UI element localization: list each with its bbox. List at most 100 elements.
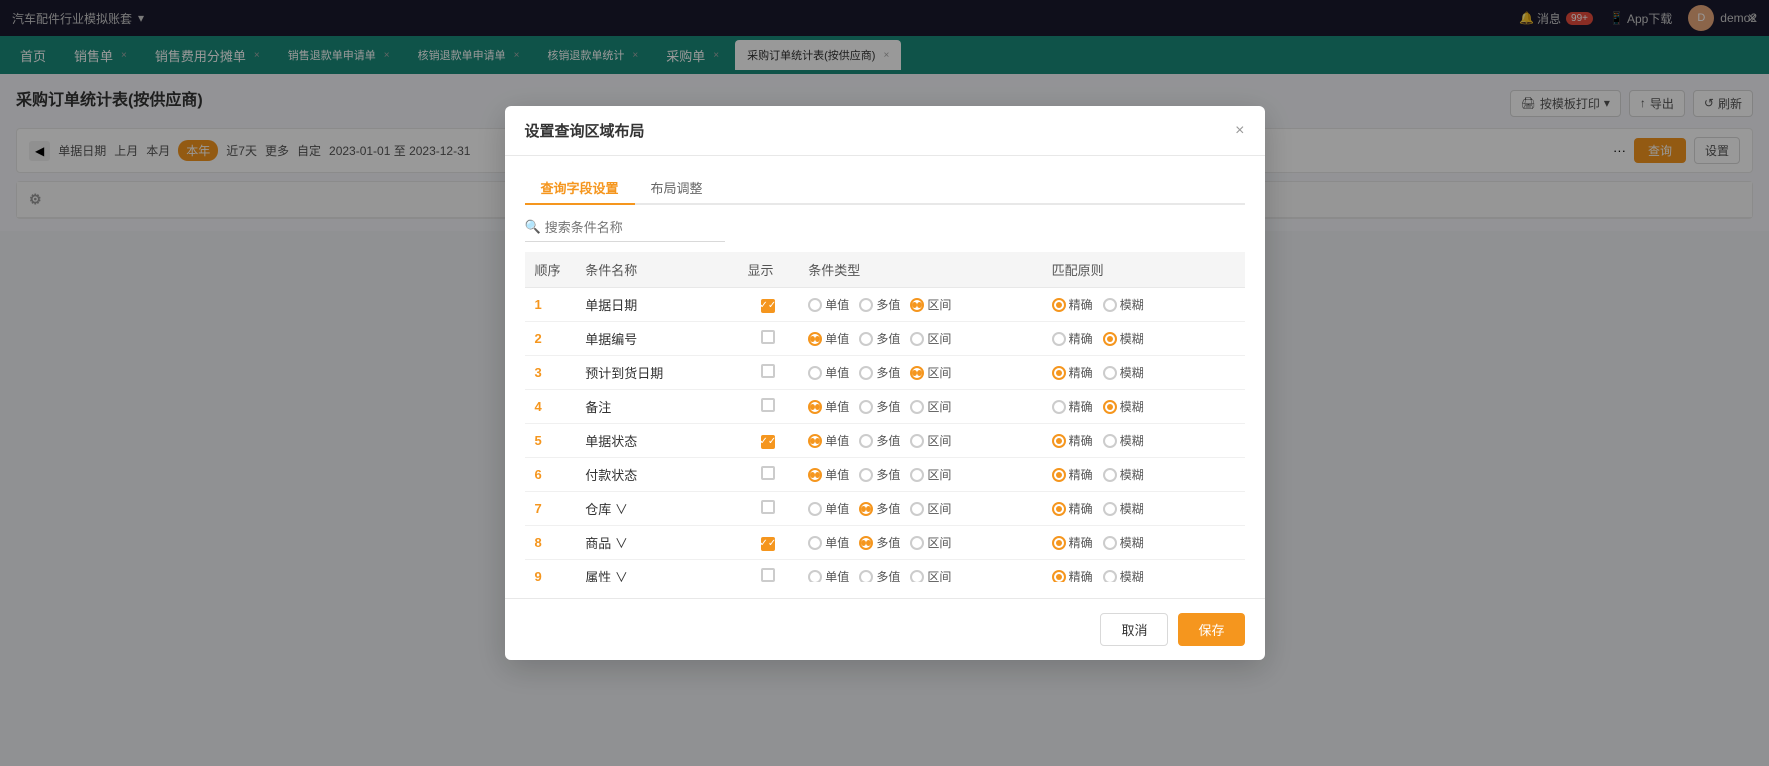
cell-order: 5 <box>525 424 576 458</box>
type-radio-single[interactable]: 单值 <box>808 364 849 381</box>
display-checkbox[interactable] <box>761 330 775 344</box>
cell-name: 仓库 ∨ <box>575 492 737 526</box>
cell-order: 2 <box>525 322 576 356</box>
cell-match: 精确模糊 <box>1042 526 1245 560</box>
type-radio-single[interactable]: 单值 <box>808 500 849 517</box>
th-match: 匹配原则 <box>1042 252 1245 288</box>
match-radio-fuzzy[interactable]: 模糊 <box>1103 500 1144 517</box>
cell-display[interactable]: ✓ <box>737 526 798 560</box>
type-radio-range[interactable]: 区间 <box>910 398 951 415</box>
type-radio-range[interactable]: 区间 <box>910 296 951 313</box>
cell-name: 单据日期 <box>575 288 737 322</box>
type-radio-multi[interactable]: 多值 <box>859 296 900 313</box>
match-radio-exact[interactable]: 精确 <box>1052 466 1093 483</box>
dialog-header: 设置查询区域布局 × <box>505 106 1265 156</box>
type-radio-multi[interactable]: 多值 <box>859 500 900 517</box>
match-radio-fuzzy[interactable]: 模糊 <box>1103 432 1144 449</box>
cell-display[interactable] <box>737 560 798 583</box>
match-radio-exact[interactable]: 精确 <box>1052 364 1093 381</box>
type-radio-range[interactable]: 区间 <box>910 500 951 517</box>
cell-name: 单据状态 <box>575 424 737 458</box>
cell-match: 精确模糊 <box>1042 424 1245 458</box>
display-checkbox[interactable] <box>761 398 775 412</box>
th-name: 条件名称 <box>575 252 737 288</box>
display-checkbox[interactable] <box>761 466 775 480</box>
cell-display[interactable]: ✓ <box>737 424 798 458</box>
type-radio-single[interactable]: 单值 <box>808 568 849 582</box>
match-radio-fuzzy[interactable]: 模糊 <box>1103 466 1144 483</box>
cell-type: 单值多值区间 <box>798 390 1041 424</box>
dialog-tab-layout[interactable]: 布局调整 <box>635 172 719 205</box>
match-radio-exact[interactable]: 精确 <box>1052 500 1093 517</box>
cell-type: 单值多值区间 <box>798 526 1041 560</box>
cell-name: 付款状态 <box>575 458 737 492</box>
cancel-button[interactable]: 取消 <box>1100 613 1168 646</box>
type-radio-single[interactable]: 单值 <box>808 534 849 551</box>
type-radio-multi[interactable]: 多值 <box>859 432 900 449</box>
dialog-close-button[interactable]: × <box>1235 122 1244 140</box>
modal-overlay: 设置查询区域布局 × 查询字段设置 布局调整 🔍 顺序 <box>0 0 1769 766</box>
match-radio-exact[interactable]: 精确 <box>1052 398 1093 415</box>
cell-display[interactable] <box>737 390 798 424</box>
type-radio-multi[interactable]: 多值 <box>859 364 900 381</box>
dialog-tab-fields[interactable]: 查询字段设置 <box>525 172 635 205</box>
cell-order: 8 <box>525 526 576 560</box>
type-radio-range[interactable]: 区间 <box>910 432 951 449</box>
type-radio-range[interactable]: 区间 <box>910 466 951 483</box>
cell-type: 单值多值区间 <box>798 560 1041 583</box>
match-radio-fuzzy[interactable]: 模糊 <box>1103 330 1144 347</box>
display-checkbox[interactable] <box>761 500 775 514</box>
display-checkbox[interactable]: ✓ <box>761 299 775 313</box>
cell-type: 单值多值区间 <box>798 322 1041 356</box>
cell-display[interactable] <box>737 356 798 390</box>
display-checkbox[interactable] <box>761 364 775 378</box>
dialog-body: 查询字段设置 布局调整 🔍 顺序 条件名称 显示 条件类型 <box>505 156 1265 598</box>
type-radio-multi[interactable]: 多值 <box>859 466 900 483</box>
search-input[interactable] <box>545 220 705 235</box>
type-radio-range[interactable]: 区间 <box>910 568 951 582</box>
cell-display[interactable]: ✓ <box>737 288 798 322</box>
type-radio-multi[interactable]: 多值 <box>859 330 900 347</box>
type-radio-single[interactable]: 单值 <box>808 432 849 449</box>
type-radio-single[interactable]: 单值 <box>808 330 849 347</box>
type-radio-range[interactable]: 区间 <box>910 534 951 551</box>
match-radio-exact[interactable]: 精确 <box>1052 534 1093 551</box>
table-row: 5单据状态 ✓ 单值多值区间 精确模糊 <box>525 424 1245 458</box>
cell-match: 精确模糊 <box>1042 322 1245 356</box>
settings-dialog: 设置查询区域布局 × 查询字段设置 布局调整 🔍 顺序 <box>505 106 1265 660</box>
cell-match: 精确模糊 <box>1042 390 1245 424</box>
display-checkbox[interactable]: ✓ <box>761 435 775 449</box>
type-radio-multi[interactable]: 多值 <box>859 534 900 551</box>
match-radio-exact[interactable]: 精确 <box>1052 568 1093 582</box>
cell-display[interactable] <box>737 322 798 356</box>
match-radio-fuzzy[interactable]: 模糊 <box>1103 398 1144 415</box>
type-radio-single[interactable]: 单值 <box>808 466 849 483</box>
display-checkbox[interactable] <box>761 568 775 582</box>
search-icon: 🔍 <box>525 219 541 235</box>
type-radio-range[interactable]: 区间 <box>910 364 951 381</box>
cell-name: 单据编号 <box>575 322 737 356</box>
match-radio-exact[interactable]: 精确 <box>1052 296 1093 313</box>
match-radio-exact[interactable]: 精确 <box>1052 432 1093 449</box>
match-radio-fuzzy[interactable]: 模糊 <box>1103 296 1144 313</box>
cell-match: 精确模糊 <box>1042 560 1245 583</box>
type-radio-range[interactable]: 区间 <box>910 330 951 347</box>
cell-type: 单值多值区间 <box>798 492 1041 526</box>
cell-type: 单值多值区间 <box>798 458 1041 492</box>
table-row: 7仓库 ∨单值多值区间精确模糊 <box>525 492 1245 526</box>
fields-table-header: 顺序 条件名称 显示 条件类型 匹配原则 <box>525 252 1245 288</box>
cell-name: 备注 <box>575 390 737 424</box>
cell-display[interactable] <box>737 492 798 526</box>
type-radio-single[interactable]: 单值 <box>808 296 849 313</box>
cell-order: 9 <box>525 560 576 583</box>
match-radio-fuzzy[interactable]: 模糊 <box>1103 364 1144 381</box>
type-radio-multi[interactable]: 多值 <box>859 568 900 582</box>
match-radio-fuzzy[interactable]: 模糊 <box>1103 568 1144 582</box>
match-radio-exact[interactable]: 精确 <box>1052 330 1093 347</box>
match-radio-fuzzy[interactable]: 模糊 <box>1103 534 1144 551</box>
type-radio-single[interactable]: 单值 <box>808 398 849 415</box>
display-checkbox[interactable]: ✓ <box>761 537 775 551</box>
type-radio-multi[interactable]: 多值 <box>859 398 900 415</box>
cell-display[interactable] <box>737 458 798 492</box>
save-button[interactable]: 保存 <box>1178 613 1244 646</box>
